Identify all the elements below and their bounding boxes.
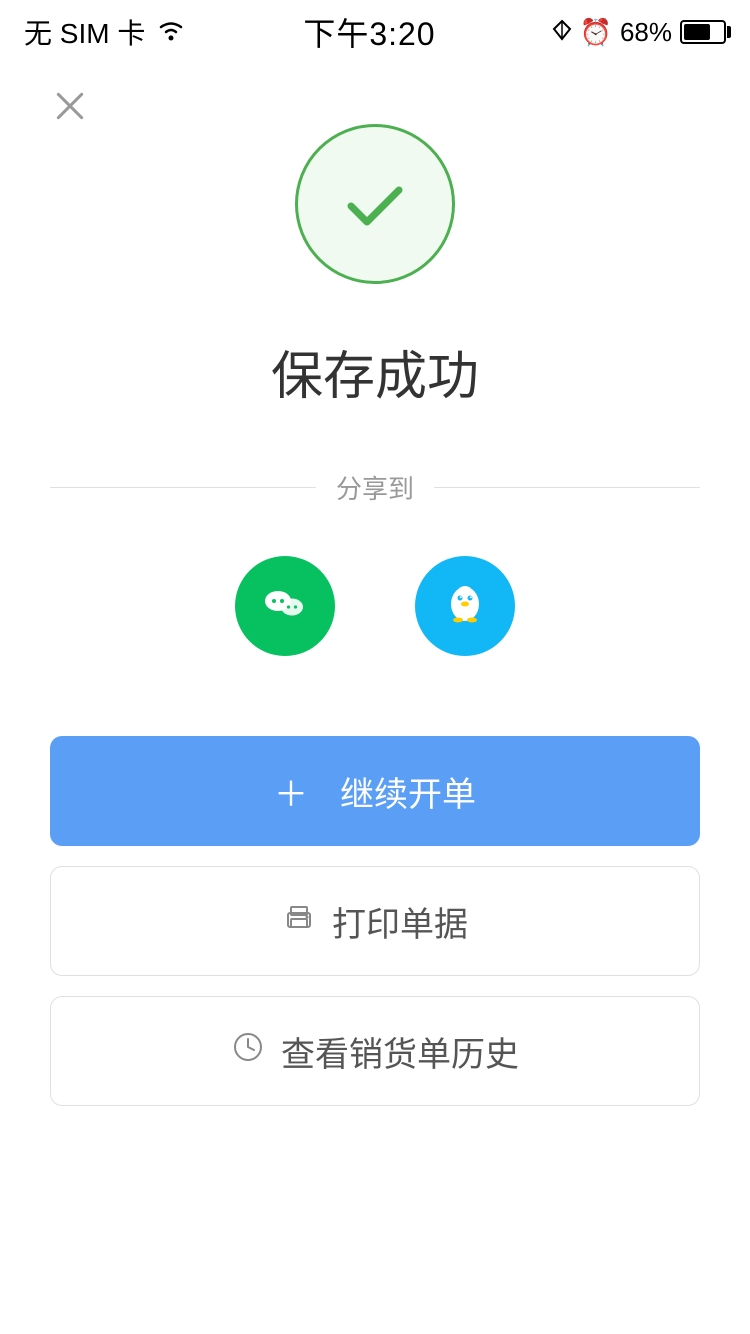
main-content: 保存成功 分享到 xyxy=(0,64,750,1106)
clock-icon xyxy=(231,1030,265,1073)
wechat-icon xyxy=(257,578,313,634)
print-button[interactable]: 打印单据 xyxy=(50,866,700,976)
printer-icon xyxy=(282,900,316,943)
share-section: 分享到 xyxy=(0,469,750,656)
battery-icon xyxy=(680,20,726,44)
qq-icon xyxy=(437,578,493,634)
share-wechat-button[interactable] xyxy=(235,556,335,656)
status-right: ⏰ 68% xyxy=(552,17,726,48)
share-label: 分享到 xyxy=(336,469,414,506)
close-button[interactable] xyxy=(40,76,100,136)
share-icons xyxy=(50,556,700,656)
action-buttons: ＋ 继续开单 打印单据 查 xyxy=(0,736,750,1106)
success-title: 保存成功 xyxy=(271,334,479,409)
share-line-left xyxy=(50,487,316,488)
history-label: 查看销货单历史 xyxy=(281,1027,519,1076)
status-left: 无 SIM 卡 xyxy=(24,12,187,52)
success-circle xyxy=(295,124,455,284)
battery-percent: 68% xyxy=(620,17,672,48)
continue-label-text: 继续开单 xyxy=(340,767,476,816)
print-label: 打印单据 xyxy=(332,897,468,946)
continue-button[interactable]: ＋ 继续开单 xyxy=(50,736,700,846)
alarm-icon: ⏰ xyxy=(580,17,612,48)
share-line-right xyxy=(434,487,700,488)
close-icon xyxy=(50,86,90,126)
sim-text: 无 SIM 卡 xyxy=(24,12,145,52)
history-button[interactable]: 查看销货单历史 xyxy=(50,996,700,1106)
checkmark-icon xyxy=(335,164,415,244)
location-icon xyxy=(552,17,572,48)
status-time: 下午3:20 xyxy=(303,9,435,55)
share-qq-button[interactable] xyxy=(415,556,515,656)
share-divider: 分享到 xyxy=(50,469,700,506)
plus-icon: ＋ xyxy=(274,767,308,816)
wifi-icon xyxy=(155,16,187,48)
status-bar: 无 SIM 卡 下午3:20 ⏰ 68% xyxy=(0,0,750,64)
